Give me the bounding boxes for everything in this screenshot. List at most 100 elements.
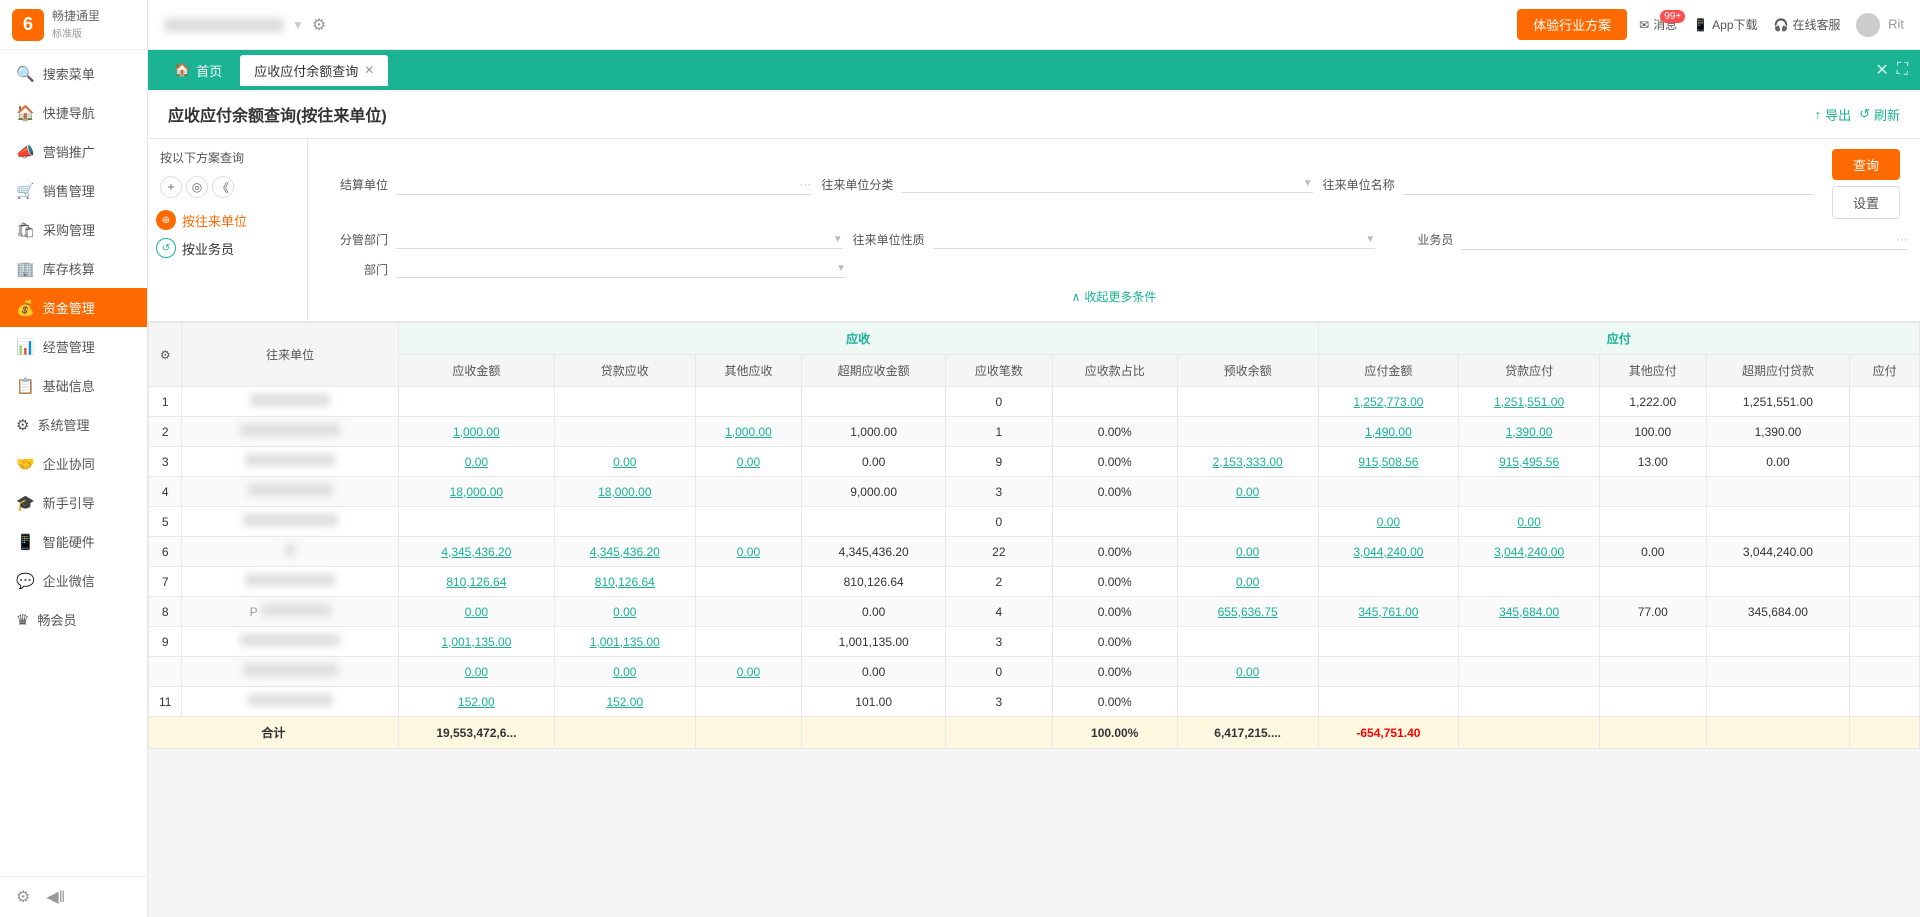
collapse-sidebar-icon[interactable]: ◀‖ xyxy=(46,887,65,907)
sidebar-item-search-menu[interactable]: 🔍 搜索菜单 xyxy=(0,54,147,93)
guide-icon: 🎓 xyxy=(16,494,35,512)
table-gear-icon[interactable]: ⚙ xyxy=(160,348,171,362)
header-message-btn[interactable]: ✉ 消息 99+ xyxy=(1639,16,1677,33)
tab-home[interactable]: 🏠 首页 xyxy=(160,55,236,86)
row-ar-loan-7: 810,126.64 xyxy=(554,567,695,597)
filter-dept-mgr: 分管部门 ▼ xyxy=(320,231,843,249)
row-ar-advance-1 xyxy=(1177,387,1318,417)
sidebar-item-operations[interactable]: 📊 经营管理 xyxy=(0,327,147,366)
app-download-icon: 📱 xyxy=(1693,18,1708,32)
row-ar-ratio-11: 0.00% xyxy=(1052,687,1177,717)
row-ap-tail-1 xyxy=(1850,387,1920,417)
service-icon: 🎧 xyxy=(1774,18,1789,32)
add-scheme-button[interactable]: + xyxy=(160,176,182,198)
row-ar-amount-8: 0.00 xyxy=(398,597,554,627)
salesperson-dots-icon[interactable]: ··· xyxy=(1896,232,1908,246)
query-button[interactable]: 查询 xyxy=(1832,149,1900,180)
row-num-4: 4 xyxy=(149,477,182,507)
tab-expand-icon[interactable]: ⛶ xyxy=(1897,61,1908,79)
row-ar-other-1 xyxy=(695,387,802,417)
sidebar-item-marketing[interactable]: 📣 营销推广 xyxy=(0,132,147,171)
salesperson-input[interactable] xyxy=(1461,232,1892,246)
row-ar-count-6: 22 xyxy=(946,537,1053,567)
unit-nature-label: 往来单位性质 xyxy=(853,231,925,248)
sidebar-item-wechat[interactable]: 💬 企业微信 xyxy=(0,561,147,600)
sidebar-item-system[interactable]: ⚙ 系统管理 xyxy=(0,405,147,444)
tab-close-window-icon[interactable]: ✕ xyxy=(1875,60,1888,80)
sidebar-item-hardware[interactable]: 📱 智能硬件 xyxy=(0,522,147,561)
sidebar-bottom: ⚙ ◀‖ xyxy=(0,876,147,917)
row-ar-amount-6: 4,345,436.20 xyxy=(398,537,554,567)
header-service-btn[interactable]: 🎧 在线客服 xyxy=(1774,16,1841,33)
header-app-btn[interactable]: 📱 App下载 xyxy=(1693,16,1757,33)
settlement-input[interactable] xyxy=(396,177,795,191)
footer-ar-other xyxy=(695,717,802,749)
table-row: 8 P 0.00 0.00 0.00 4 0.00% 655,636.75 34… xyxy=(149,597,1920,627)
gear-header-cell[interactable]: ⚙ xyxy=(149,323,182,387)
tab-home-label: 首页 xyxy=(196,61,222,80)
top-header: ▼ ⚙ 体验行业方案 ✉ 消息 99+ 📱 App下载 🎧 在线客服 Rit xyxy=(148,0,1920,50)
sidebar-item-quick-nav[interactable]: 🏠 快捷导航 xyxy=(0,93,147,132)
row-ap-tail-7 xyxy=(1850,567,1920,597)
unit-nature-chevron[interactable]: ▼ xyxy=(1365,234,1375,245)
row-ar-ratio-7: 0.00% xyxy=(1052,567,1177,597)
export-label: 导出 xyxy=(1825,105,1851,124)
sidebar-menu: 🔍 搜索菜单 🏠 快捷导航 📣 营销推广 🛒 销售管理 🛍 采购管理 🏢 库存核… xyxy=(0,50,147,876)
unit-category-chevron[interactable]: ▼ xyxy=(1303,178,1313,189)
row-ar-overdue-11: 101.00 xyxy=(802,687,946,717)
scheme-by-staff[interactable]: ↺ 按业务员 xyxy=(148,234,307,262)
trial-button[interactable]: 体验行业方案 xyxy=(1517,9,1627,40)
row-ar-ratio-10: 0.00% xyxy=(1052,657,1177,687)
sidebar-item-basic[interactable]: 📋 基础信息 xyxy=(0,366,147,405)
purchase-icon: 🛍 xyxy=(16,221,35,239)
table-row: 3 0.00 0.00 0.00 0.00 9 0.00% 2,153,333.… xyxy=(149,447,1920,477)
row-ap-overdue-11 xyxy=(1706,687,1850,717)
unit-name-input[interactable] xyxy=(1403,177,1814,191)
sidebar-item-member[interactable]: ♛ 畅会员 xyxy=(0,600,147,639)
dept-chevron[interactable]: ▼ xyxy=(836,263,846,274)
breadcrumb-arrow: ▼ xyxy=(292,18,304,32)
row-num-1: 1 xyxy=(149,387,182,417)
row-ap-other-5 xyxy=(1599,507,1706,537)
sidebar-item-sales[interactable]: 🛒 销售管理 xyxy=(0,171,147,210)
app-download-label: App下载 xyxy=(1712,16,1757,33)
settlement-dots-icon[interactable]: ··· xyxy=(799,177,811,191)
sidebar-item-purchase[interactable]: 🛍 采购管理 xyxy=(0,210,147,249)
row-ar-overdue-3: 0.00 xyxy=(802,447,946,477)
collapse-more-btn[interactable]: ∧ 收起更多条件 xyxy=(320,282,1908,311)
page-content: 应收应付余额查询(按往来单位) ↑ 导出 ↺ 刷新 按以下方案查询 xyxy=(148,90,1920,917)
app-name: 畅捷通里 xyxy=(52,9,100,25)
sidebar-item-finance[interactable]: 💰 资金管理 xyxy=(0,288,147,327)
th-ap-tail: 应付 xyxy=(1850,355,1920,387)
th-ar-other: 其他应收 xyxy=(695,355,802,387)
settings-bottom-icon[interactable]: ⚙ xyxy=(16,887,30,907)
row-ap-tail-5 xyxy=(1850,507,1920,537)
main-area: ▼ ⚙ 体验行业方案 ✉ 消息 99+ 📱 App下载 🎧 在线客服 Rit xyxy=(148,0,1920,917)
row-ar-loan-10: 0.00 xyxy=(554,657,695,687)
table-row: 9 1,001,135.00 1,001,135.00 1,001,135.00… xyxy=(149,627,1920,657)
table-row: 2 1,000.00 1,000.00 1,000.00 1 0.00% 1,4… xyxy=(149,417,1920,447)
scheme-by-unit[interactable]: ⊕ 按往来单位 xyxy=(148,206,307,234)
dept-mgr-chevron[interactable]: ▼ xyxy=(833,234,843,245)
sidebar-item-corp[interactable]: 🤝 企业协同 xyxy=(0,444,147,483)
refresh-button[interactable]: ↺ 刷新 xyxy=(1859,105,1900,124)
wechat-icon: 💬 xyxy=(16,572,35,590)
header-gear-icon[interactable]: ⚙ xyxy=(312,15,326,35)
row-ar-other-4 xyxy=(695,477,802,507)
sidebar-item-inventory[interactable]: 🏢 库存核算 xyxy=(0,249,147,288)
sidebar-item-guide[interactable]: 🎓 新手引导 xyxy=(0,483,147,522)
row-ar-count-2: 1 xyxy=(946,417,1053,447)
preset-scheme-button[interactable]: ◎ xyxy=(186,176,208,198)
filter-row-3: 部门 ▼ xyxy=(320,260,1908,278)
tab-close-icon[interactable]: ✕ xyxy=(364,63,374,77)
dept-control: ▼ xyxy=(396,260,846,278)
settings-button[interactable]: 设置 xyxy=(1832,186,1900,219)
header-user-area[interactable]: Rit xyxy=(1856,13,1904,37)
table-body: 1 0 1,252,773.00 1,251,551.00 1,222.00 xyxy=(149,387,1920,717)
collapse-scheme-button[interactable]: 《 xyxy=(212,176,234,198)
export-button[interactable]: ↑ 导出 xyxy=(1815,105,1852,124)
row-ap-other-1: 1,222.00 xyxy=(1599,387,1706,417)
tab-ar-ap[interactable]: 应收应付余额查询 ✕ xyxy=(240,55,388,86)
row-ar-advance-10: 0.00 xyxy=(1177,657,1318,687)
row-unit-7 xyxy=(182,567,398,597)
